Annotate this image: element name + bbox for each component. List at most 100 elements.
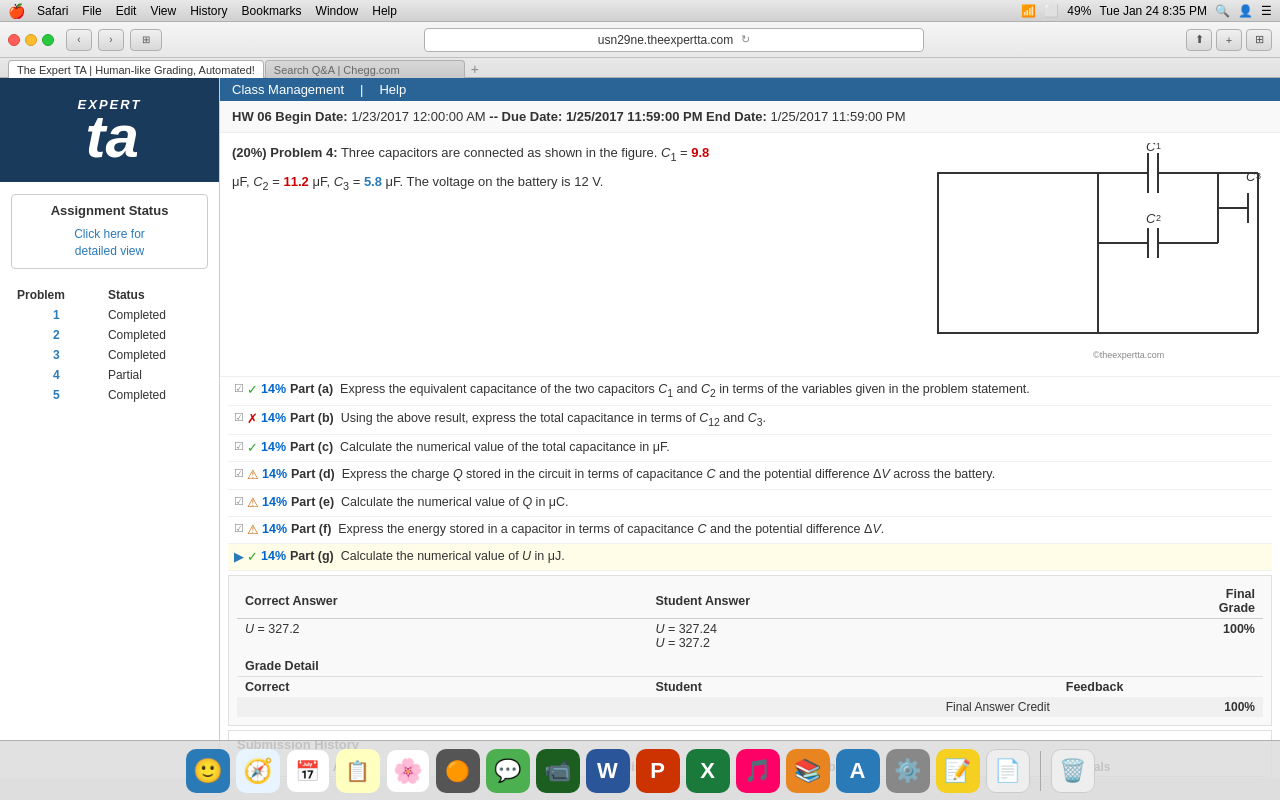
final-answer-credit-row: Final Answer Credit 100% bbox=[237, 697, 1263, 717]
class-mgmt-bar: Class Management | Help bbox=[220, 78, 1280, 101]
wifi-icon: 📶 bbox=[1021, 4, 1036, 18]
problem-number: 5 bbox=[11, 385, 102, 405]
problem-row[interactable]: 1Completed bbox=[11, 305, 208, 325]
dock-calculator[interactable]: 🟠 bbox=[436, 749, 480, 793]
tab-chegg-label: Search Q&A | Chegg.com bbox=[274, 64, 400, 76]
user-icon[interactable]: 👤 bbox=[1238, 4, 1253, 18]
apple-logo[interactable]: 🍎 bbox=[8, 3, 25, 19]
part-f-warn-icon: ⚠ bbox=[247, 521, 259, 539]
part-f-label: Part (f) bbox=[291, 521, 331, 539]
tab-expertta[interactable]: The Expert TA | Human-like Grading, Auto… bbox=[8, 60, 264, 78]
part-c-label: Part (c) bbox=[290, 439, 333, 457]
new-tab-button[interactable]: + bbox=[466, 60, 484, 78]
part-f-text: Express the energy stored in a capacitor… bbox=[331, 521, 1266, 539]
grade-detail-label: Grade Detail bbox=[245, 659, 319, 673]
part-d-text: Express the charge Q stored in the circu… bbox=[335, 466, 1266, 484]
tab-chegg[interactable]: Search Q&A | Chegg.com bbox=[265, 60, 465, 78]
circuit-diagram: C 1 C 2 bbox=[928, 143, 1268, 366]
add-tab-button[interactable]: + bbox=[1216, 29, 1242, 51]
dock-sysprefs[interactable]: ⚙️ bbox=[886, 749, 930, 793]
dock-powerpoint[interactable]: P bbox=[636, 749, 680, 793]
menu-help[interactable]: Help bbox=[372, 4, 397, 18]
dock-photos[interactable]: 🌸 bbox=[386, 749, 430, 793]
problem-status: Completed bbox=[102, 385, 208, 405]
dock-itunes[interactable]: 🎵 bbox=[736, 749, 780, 793]
problem-status: Completed bbox=[102, 305, 208, 325]
problem-row[interactable]: 3Completed bbox=[11, 345, 208, 365]
back-button[interactable]: ‹ bbox=[66, 29, 92, 51]
part-e-checkbox[interactable]: ☑ bbox=[234, 494, 244, 509]
part-a-text: Express the equivalent capacitance of th… bbox=[333, 381, 1266, 401]
dock-trash[interactable]: 🗑️ bbox=[1051, 749, 1095, 793]
dock-notes[interactable]: 📋 bbox=[336, 749, 380, 793]
dock-finder[interactable]: 🙂 bbox=[186, 749, 230, 793]
maximize-button[interactable] bbox=[42, 34, 54, 46]
share-button[interactable]: ⬆ bbox=[1186, 29, 1212, 51]
part-a-checkbox[interactable]: ☑ bbox=[234, 381, 244, 396]
menu-view[interactable]: View bbox=[150, 4, 176, 18]
part-f-checkbox[interactable]: ☑ bbox=[234, 521, 244, 536]
svg-text:©theexpertta.com: ©theexpertta.com bbox=[1093, 350, 1164, 360]
part-d-pct: 14% bbox=[262, 466, 287, 484]
problem-status: Completed bbox=[102, 345, 208, 365]
problem-row[interactable]: 5Completed bbox=[11, 385, 208, 405]
forward-button[interactable]: › bbox=[98, 29, 124, 51]
sidebar-toggle[interactable]: ⊞ bbox=[130, 29, 162, 51]
part-b-text: Using the above result, express the tota… bbox=[334, 410, 1266, 430]
problem-row[interactable]: 4Partial bbox=[11, 365, 208, 385]
dock-excel[interactable]: X bbox=[686, 749, 730, 793]
grade-detail-row: Grade Detail bbox=[237, 653, 1263, 677]
parts-list: ☑ ✓ 14% Part (a) Express the equivalent … bbox=[220, 377, 1280, 571]
menu-file[interactable]: File bbox=[82, 4, 101, 18]
dock-ibooks[interactable]: 📚 bbox=[786, 749, 830, 793]
part-g-pct: 14% bbox=[261, 548, 286, 566]
dock-textedit[interactable]: 📄 bbox=[986, 749, 1030, 793]
class-management-link[interactable]: Class Management bbox=[232, 82, 344, 97]
assignment-status-box: Assignment Status Click here for detaile… bbox=[11, 194, 208, 269]
part-c-checkbox[interactable]: ☑ bbox=[234, 439, 244, 454]
problems-table: Problem Status 1Completed2Completed3Comp… bbox=[11, 285, 208, 405]
dock-safari[interactable]: 🧭 bbox=[236, 749, 280, 793]
unit2: μF, C3 = bbox=[312, 174, 363, 189]
extensions-button[interactable]: ⊞ bbox=[1246, 29, 1272, 51]
dock-word[interactable]: W bbox=[586, 749, 630, 793]
menu-edit[interactable]: Edit bbox=[116, 4, 137, 18]
feedback-label: Feedback bbox=[1058, 677, 1263, 698]
problem-row[interactable]: 2Completed bbox=[11, 325, 208, 345]
menu-bookmarks[interactable]: Bookmarks bbox=[242, 4, 302, 18]
part-g-arrow-icon: ▶ bbox=[234, 548, 244, 566]
part-d-checkbox[interactable]: ☑ bbox=[234, 466, 244, 481]
final-answer-credit-value: 100% bbox=[1058, 697, 1263, 717]
svg-rect-0 bbox=[938, 173, 1098, 333]
grade-answer-row: U = 327.2 U = 327.24 U = 327.2 100% bbox=[237, 619, 1263, 654]
help-link[interactable]: Help bbox=[379, 82, 406, 97]
assignment-status-title: Assignment Status bbox=[20, 203, 199, 218]
svg-text:2: 2 bbox=[1156, 213, 1161, 223]
final-grade-header: Final Grade bbox=[1058, 584, 1263, 619]
part-e-label: Part (e) bbox=[291, 494, 334, 512]
reload-icon[interactable]: ↻ bbox=[741, 33, 750, 46]
part-c-check-icon: ✓ bbox=[247, 439, 258, 457]
dock-calendar[interactable]: 📅 bbox=[286, 749, 330, 793]
dock-messages[interactable]: 💬 bbox=[486, 749, 530, 793]
problem-number: 1 bbox=[11, 305, 102, 325]
menu-history[interactable]: History bbox=[190, 4, 227, 18]
address-bar[interactable]: usn29ne.theexpertta.com ↻ bbox=[424, 28, 924, 52]
url-text: usn29ne.theexpertta.com bbox=[598, 33, 733, 47]
dock-stickies[interactable]: 📝 bbox=[936, 749, 980, 793]
search-icon[interactable]: 🔍 bbox=[1215, 4, 1230, 18]
menu-safari[interactable]: Safari bbox=[37, 4, 68, 18]
dock-facetime[interactable]: 📹 bbox=[536, 749, 580, 793]
part-a-check-icon: ✓ bbox=[247, 381, 258, 399]
close-button[interactable] bbox=[8, 34, 20, 46]
problem-status: Partial bbox=[102, 365, 208, 385]
menu-window[interactable]: Window bbox=[316, 4, 359, 18]
part-g-check-icon: ✓ bbox=[247, 548, 258, 566]
part-b-checkbox[interactable]: ☑ bbox=[234, 410, 244, 425]
click-here-link[interactable]: Click here for detailed view bbox=[20, 226, 199, 260]
list-icon[interactable]: ☰ bbox=[1261, 4, 1272, 18]
minimize-button[interactable] bbox=[25, 34, 37, 46]
svg-text:C: C bbox=[1146, 143, 1156, 154]
student-answer-2: U = 327.2 bbox=[655, 636, 1049, 650]
dock-appstore[interactable]: A bbox=[836, 749, 880, 793]
